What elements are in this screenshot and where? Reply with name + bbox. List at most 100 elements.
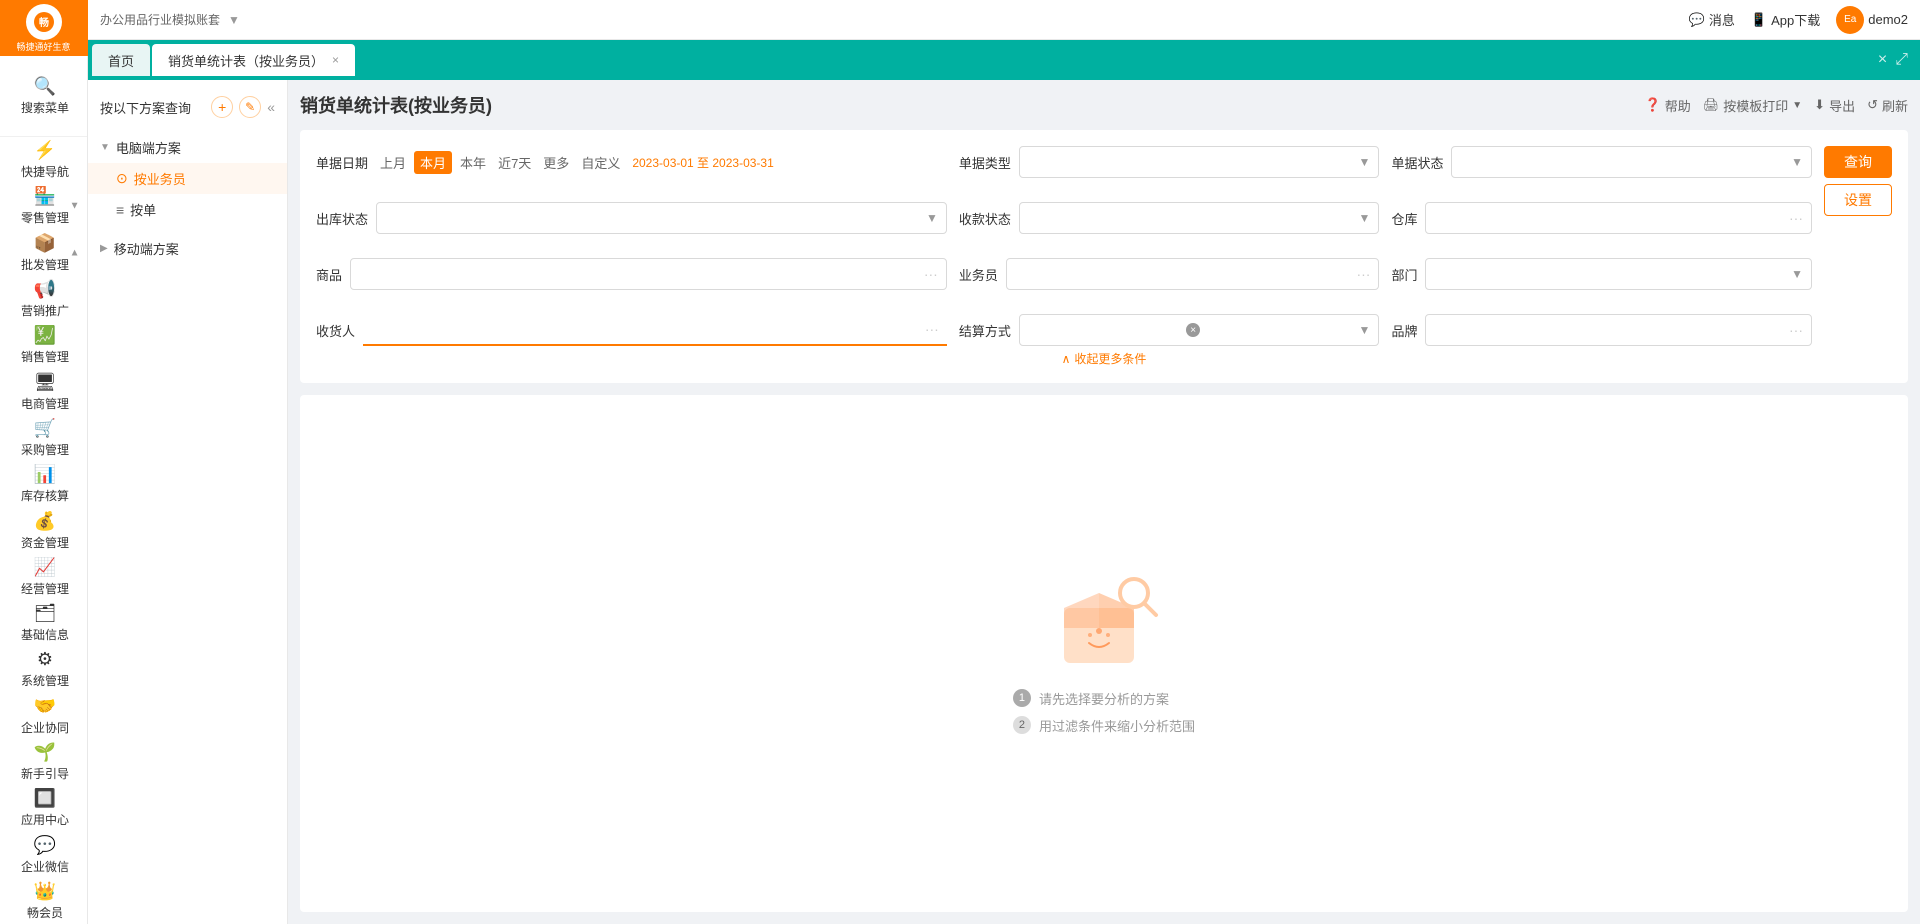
form-actions: 查询 设置 xyxy=(1824,146,1892,216)
add-scheme-btn[interactable]: + xyxy=(211,96,233,118)
message-btn[interactable]: 💬 消息 xyxy=(1689,10,1735,29)
sidebar-item-newbie[interactable]: 🌱 新手引导 xyxy=(0,739,87,785)
tab-sales-stat[interactable]: 销货单统计表（按业务员） × xyxy=(152,44,355,76)
sidebar-item-sales[interactable]: 💹 销售管理 xyxy=(0,322,87,368)
bill-status-input[interactable]: ▼ xyxy=(1451,146,1812,178)
tab-bar: 首页 销货单统计表（按业务员） × × ⤢ xyxy=(88,40,1920,80)
sidebar-item-marketing[interactable]: 📢 营销推广 xyxy=(0,276,87,322)
dept-input[interactable]: ▼ xyxy=(1425,258,1812,290)
recv-status-input[interactable]: ▼ xyxy=(1019,202,1380,234)
tab-home-label: 首页 xyxy=(108,51,134,70)
filter-group-mobile-header[interactable]: ▶ 移动端方案 xyxy=(88,235,287,262)
ecommerce-label: 电商管理 xyxy=(21,395,69,412)
template-print-btn[interactable]: 🖨 按模板打印 ▼ xyxy=(1703,96,1802,115)
sidebar-item-system[interactable]: ⚙ 系统管理 xyxy=(0,646,87,692)
consignee-dots-icon: ··· xyxy=(925,321,939,337)
sidebar-item-quicknav[interactable]: ⚡ 快捷导航 xyxy=(0,137,87,183)
ecommerce-icon: 🖥 xyxy=(34,372,57,393)
collapse-filter-btn[interactable]: « xyxy=(267,99,275,115)
staff-input[interactable]: ··· xyxy=(1006,258,1380,290)
form-field-brand: 品牌 ··· xyxy=(1391,314,1812,346)
date-option-7days[interactable]: 近7天 xyxy=(494,151,535,174)
inventory-icon: 📊 xyxy=(34,464,56,485)
goods-label: 商品 xyxy=(316,265,342,284)
sidebar-item-wholesale[interactable]: 📦 批发管理 ▲ xyxy=(0,230,87,276)
form-field-date: 单据日期 上月 本月 本年 近7天 更多 自定义 2023-03-01 至 20… xyxy=(316,151,947,174)
filter-item-byorder[interactable]: ≡ 按单 xyxy=(88,194,287,225)
plus-icon: + xyxy=(218,99,226,115)
sidebar-item-retail[interactable]: 🏪 零售管理 ▼ xyxy=(0,183,87,229)
logo-icon: 畅 xyxy=(26,4,62,40)
refresh-btn[interactable]: ↺ 刷新 xyxy=(1867,96,1908,115)
apps-icon: 🔲 xyxy=(34,788,56,809)
date-option-lastmonth[interactable]: 上月 xyxy=(376,151,410,174)
sidebar-nav: ⚡ 快捷导航 🏪 零售管理 ▼ 📦 批发管理 ▲ 📢 营销推广 💹 销售管理 xyxy=(0,137,87,924)
page-header: 销货单统计表(按业务员) ❓ 帮助 🖨 按模板打印 ▼ ⬇ xyxy=(300,92,1908,118)
vip-label: 畅会员 xyxy=(27,904,63,921)
collapse-btn[interactable]: ∧ 收起更多条件 xyxy=(316,346,1892,367)
sidebar-item-corp[interactable]: 🤝 企业协同 xyxy=(0,693,87,739)
payment-input[interactable]: × ▼ xyxy=(1019,314,1380,346)
sidebar-item-base[interactable]: 🗂 基础信息 xyxy=(0,600,87,646)
tab-window-controls: × ⤢ xyxy=(1878,51,1920,69)
sidebar-item-inventory[interactable]: 📊 库存核算 xyxy=(0,461,87,507)
help-btn[interactable]: ❓ 帮助 xyxy=(1645,96,1691,115)
form-row-2: 出库状态 ▼ 收款状态 xyxy=(316,202,1812,234)
sidebar-item-finance[interactable]: 💰 资金管理 xyxy=(0,507,87,553)
svg-text:畅: 畅 xyxy=(39,16,49,29)
filter-item-bystaff[interactable]: ⊙ 按业务员 xyxy=(88,163,287,194)
top-nav-right: 💬 消息 📱 App下载 Ea demo2 xyxy=(1689,6,1908,34)
message-label: 消息 xyxy=(1709,10,1735,29)
date-option-custom[interactable]: 自定义 xyxy=(577,151,624,174)
date-option-thisyear[interactable]: 本年 xyxy=(456,151,490,174)
finance-label: 资金管理 xyxy=(21,534,69,551)
tab-close-icon[interactable]: × xyxy=(332,53,339,67)
app-download-btn[interactable]: 📱 App下载 xyxy=(1751,10,1820,29)
filter-group-desktop-header[interactable]: ▼ 电脑端方案 xyxy=(88,134,287,161)
sales-label: 销售管理 xyxy=(21,348,69,365)
consignee-input[interactable]: ··· xyxy=(363,314,947,346)
sidebar-item-wechat[interactable]: 💬 企业微信 xyxy=(0,831,87,877)
tab-home[interactable]: 首页 xyxy=(92,44,150,76)
date-option-more[interactable]: 更多 xyxy=(539,151,573,174)
sidebar-item-ecommerce[interactable]: 🖥 电商管理 xyxy=(0,368,87,414)
app-container: 畅 畅捷通好生意 🔍 搜索菜单 ⚡ 快捷导航 🏪 零售管理 ▼ 📦 批发管理 xyxy=(0,0,1920,924)
form-field-bill-status: 单据状态 ▼ xyxy=(1391,146,1812,178)
sidebar: 畅 畅捷通好生意 🔍 搜索菜单 ⚡ 快捷导航 🏪 零售管理 ▼ 📦 批发管理 xyxy=(0,0,88,924)
close-window-icon[interactable]: × xyxy=(1878,51,1887,69)
sidebar-item-search[interactable]: 🔍 搜索菜单 xyxy=(0,68,88,124)
sidebar-item-apps[interactable]: 🔲 应用中心 xyxy=(0,785,87,831)
form-field-dept: 部门 ▼ xyxy=(1391,258,1812,290)
sidebar-logo[interactable]: 畅 畅捷通好生意 xyxy=(0,0,88,56)
filter-tree: ▼ 电脑端方案 ⊙ 按业务员 ≡ 按单 xyxy=(88,126,287,270)
quicknav-icon: ⚡ xyxy=(34,140,56,161)
filter-sidebar: 按以下方案查询 + ✎ « xyxy=(88,80,288,924)
bill-type-input[interactable]: ▼ xyxy=(1019,146,1380,178)
date-option-thismonth[interactable]: 本月 xyxy=(414,151,452,174)
system-icon: ⚙ xyxy=(37,649,53,670)
warehouse-input[interactable]: ··· xyxy=(1425,202,1812,234)
consignee-label: 收货人 xyxy=(316,321,355,340)
edit-scheme-btn[interactable]: ✎ xyxy=(239,96,261,118)
content-area: 按以下方案查询 + ✎ « xyxy=(88,80,1920,924)
operation-icon: 📈 xyxy=(34,557,56,578)
form-row-4: 收货人 ··· 结算方式 xyxy=(316,314,1812,346)
warehouse-dots-icon: ··· xyxy=(1789,210,1803,226)
empty-tip-1-text: 请先选择要分析的方案 xyxy=(1039,689,1169,708)
payment-clear-icon[interactable]: × xyxy=(1186,323,1200,337)
expand-window-icon[interactable]: ⤢ xyxy=(1895,51,1908,69)
out-status-input[interactable]: ▼ xyxy=(376,202,947,234)
export-btn[interactable]: ⬇ 导出 xyxy=(1814,96,1855,115)
sidebar-item-vip[interactable]: 👑 畅会员 xyxy=(0,878,87,924)
sidebar-item-purchase[interactable]: 🛒 采购管理 xyxy=(0,415,87,461)
message-icon: 💬 xyxy=(1689,12,1705,28)
query-button[interactable]: 查询 xyxy=(1824,146,1892,178)
user-profile-btn[interactable]: Ea demo2 xyxy=(1836,6,1908,34)
sidebar-item-operation[interactable]: 📈 经营管理 xyxy=(0,554,87,600)
refresh-icon: ↺ xyxy=(1867,97,1878,113)
brand-input[interactable]: ··· xyxy=(1425,314,1812,346)
settings-button[interactable]: 设置 xyxy=(1824,184,1892,216)
form-field-out-status: 出库状态 ▼ xyxy=(316,202,947,234)
breadcrumb-arrow: ▼ xyxy=(228,13,240,27)
goods-input[interactable]: ··· xyxy=(350,258,947,290)
